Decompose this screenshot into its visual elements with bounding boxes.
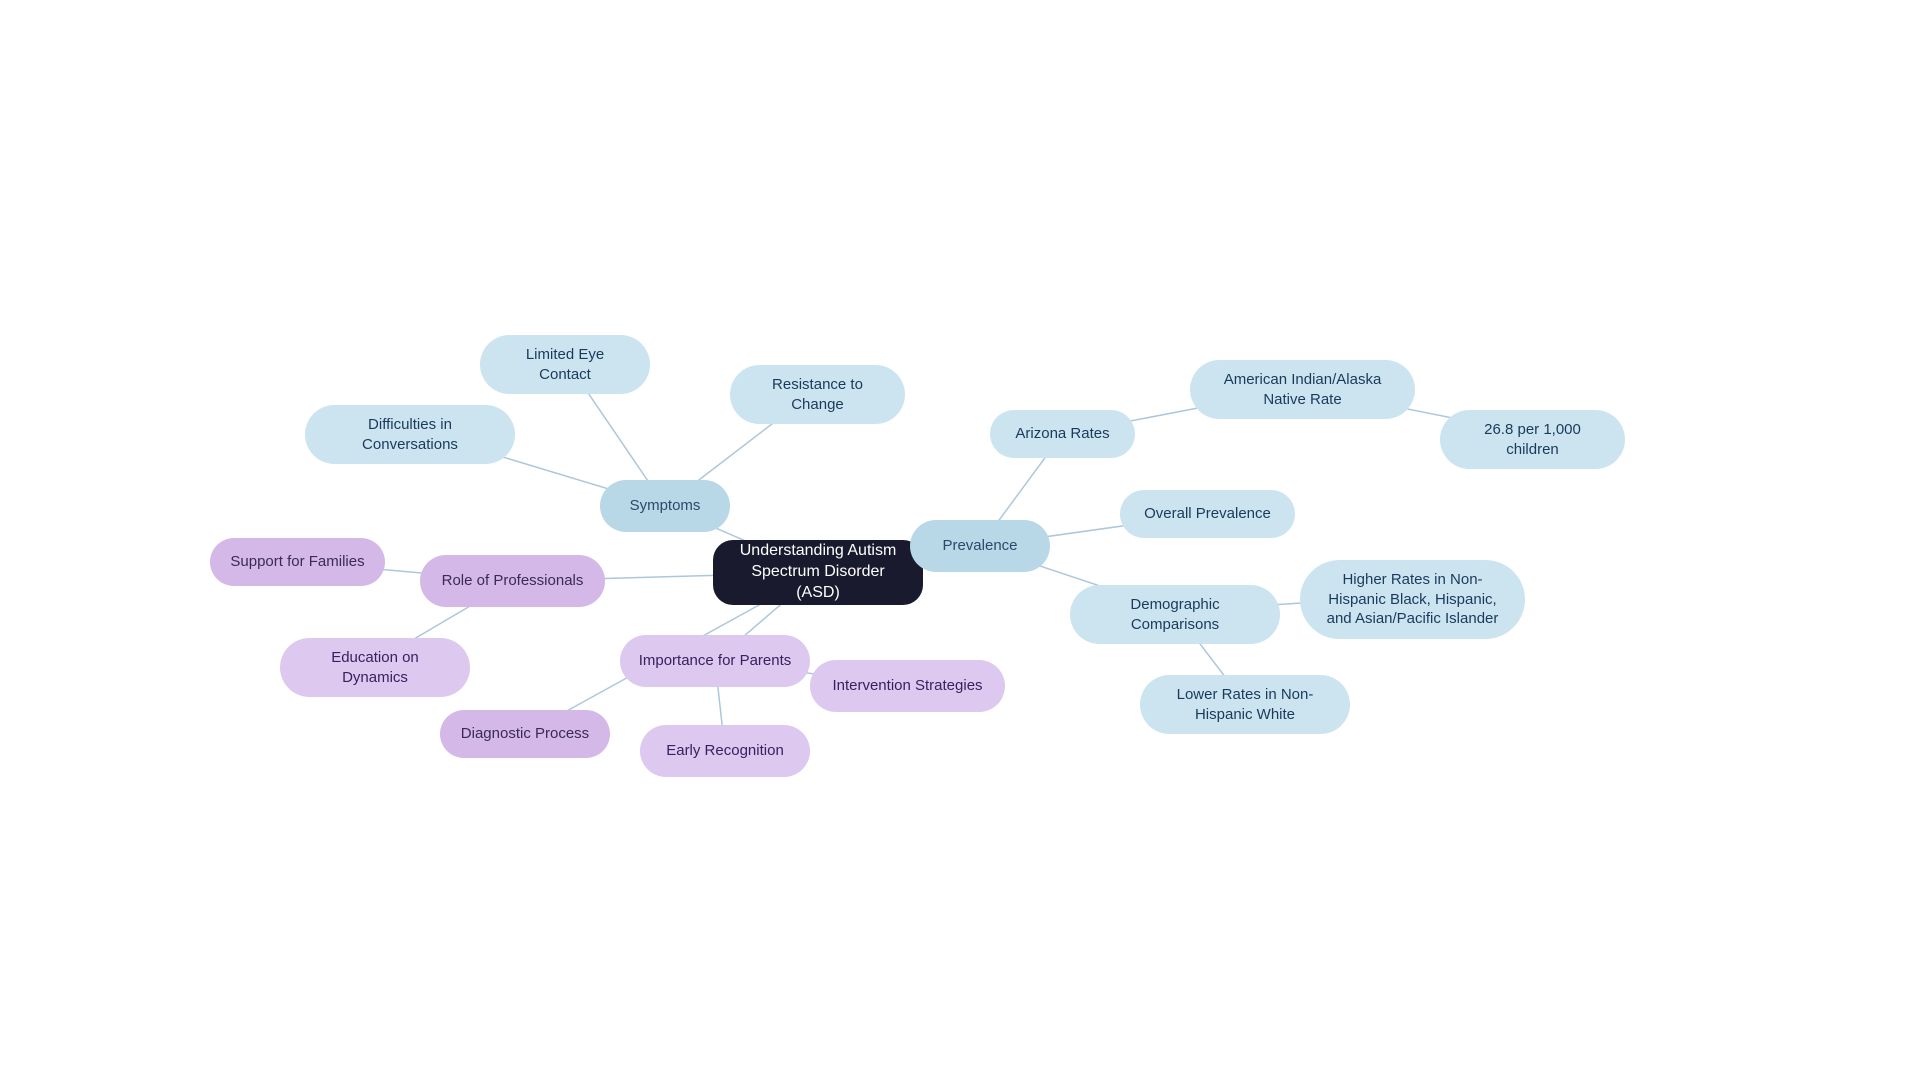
node-role-prof[interactable]: Role of Professionals bbox=[420, 555, 605, 607]
node-prevalence[interactable]: Prevalence bbox=[910, 520, 1050, 572]
node-symptoms[interactable]: Symptoms bbox=[600, 480, 730, 532]
node-arizona[interactable]: Arizona Rates bbox=[990, 410, 1135, 458]
center-node[interactable]: Understanding Autism Spectrum Disorder (… bbox=[713, 540, 923, 605]
node-lower-rates[interactable]: Lower Rates in Non-Hispanic White bbox=[1140, 675, 1350, 734]
node-difficulties[interactable]: Difficulties in Conversations bbox=[305, 405, 515, 464]
node-overall-prev[interactable]: Overall Prevalence bbox=[1120, 490, 1295, 538]
node-26per[interactable]: 26.8 per 1,000 children bbox=[1440, 410, 1625, 469]
node-resistance[interactable]: Resistance to Change bbox=[730, 365, 905, 424]
node-intervention[interactable]: Intervention Strategies bbox=[810, 660, 1005, 712]
node-early-recog[interactable]: Early Recognition bbox=[640, 725, 810, 777]
node-diagnostic[interactable]: Diagnostic Process bbox=[440, 710, 610, 758]
node-limited-eye[interactable]: Limited Eye Contact bbox=[480, 335, 650, 394]
mindmap-container: Understanding Autism Spectrum Disorder (… bbox=[0, 0, 1920, 1083]
node-higher-rates[interactable]: Higher Rates in Non-Hispanic Black, Hisp… bbox=[1300, 560, 1525, 639]
node-demographic[interactable]: Demographic Comparisons bbox=[1070, 585, 1280, 644]
node-importance[interactable]: Importance for Parents bbox=[620, 635, 810, 687]
node-support[interactable]: Support for Families bbox=[210, 538, 385, 586]
node-ai-rate[interactable]: American Indian/Alaska Native Rate bbox=[1190, 360, 1415, 419]
node-education[interactable]: Education on Dynamics bbox=[280, 638, 470, 697]
